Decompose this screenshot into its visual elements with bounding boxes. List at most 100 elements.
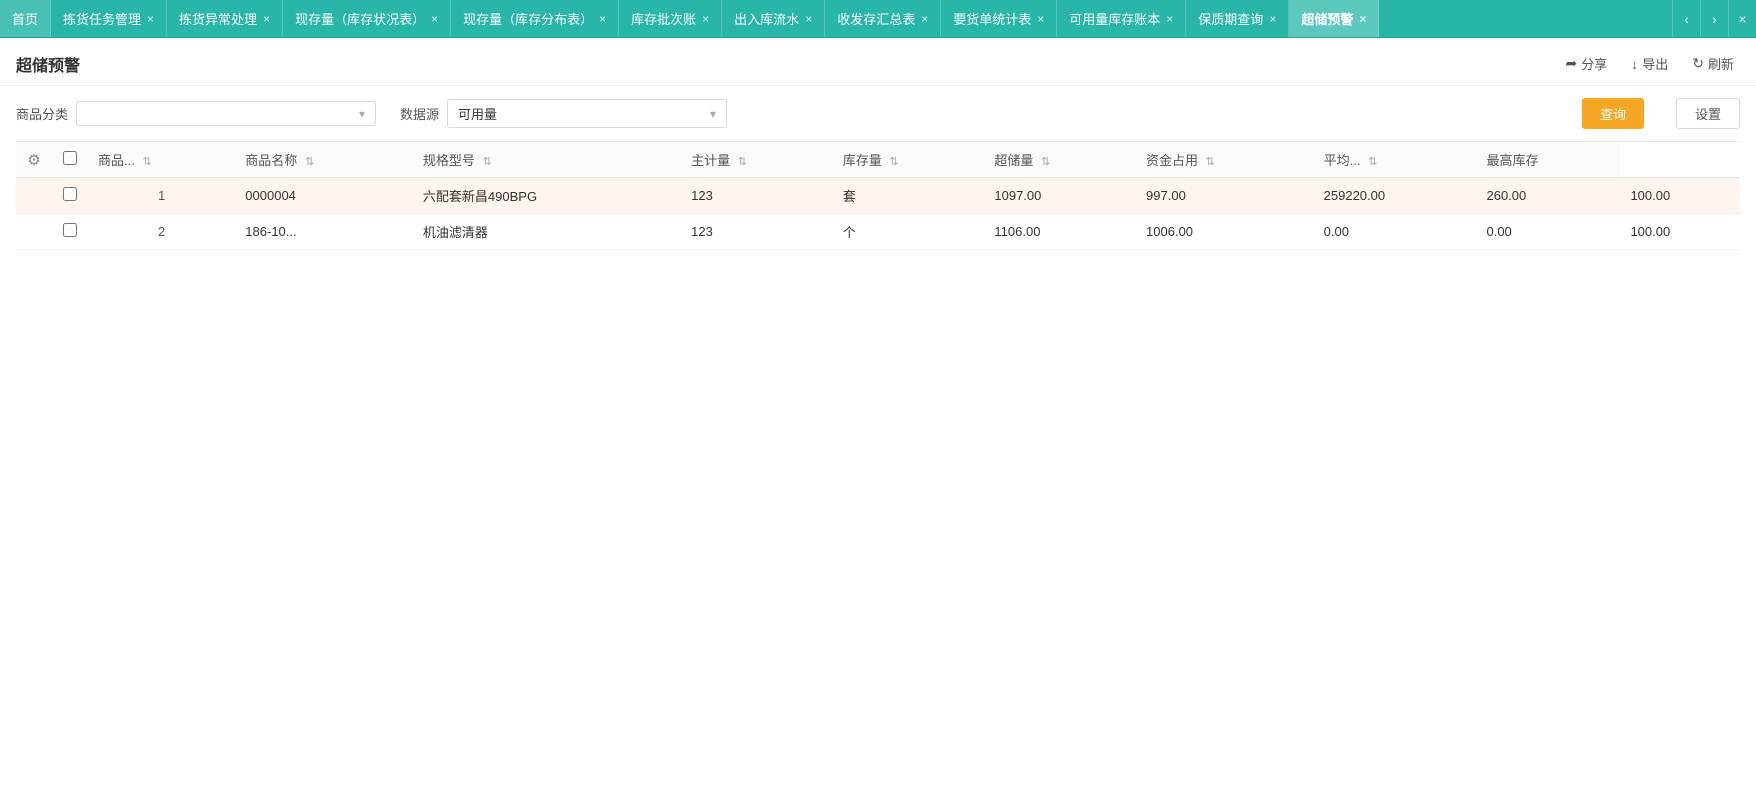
share-label: 分享	[1581, 54, 1607, 73]
sort-icon-stock: ⇅	[889, 156, 898, 168]
select-all-checkbox[interactable]	[63, 151, 77, 165]
nav-arrow-close[interactable]: ×	[1728, 0, 1756, 38]
nav-close-summary[interactable]: ×	[921, 12, 928, 26]
nav-item-exception[interactable]: 拣货异常处理 ×	[167, 0, 283, 37]
nav-label-summary: 收发存汇总表	[837, 9, 915, 28]
settings-button[interactable]: 设置	[1676, 98, 1740, 129]
table-row: 2 186-10... 机油滤清器 123 个 1106.00 1006.00 …	[16, 214, 1740, 250]
row2-max-stock: 100.00	[1620, 214, 1740, 250]
refresh-button[interactable]: ↻ 刷新	[1686, 50, 1740, 77]
nav-label-home: 首页	[12, 9, 38, 28]
nav-close-expiry[interactable]: ×	[1269, 12, 1276, 26]
nav-close-task[interactable]: ×	[147, 12, 154, 26]
nav-close-batch[interactable]: ×	[702, 12, 709, 26]
row1-max-stock: 100.00	[1620, 178, 1740, 214]
sort-icon-overflow: ⇅	[1041, 156, 1050, 168]
export-icon: ↓	[1631, 56, 1638, 72]
col-unit[interactable]: 主计量 ⇅	[681, 142, 833, 178]
filter-category: 商品分类 ▾	[16, 101, 376, 126]
row2-unit: 个	[833, 214, 985, 250]
table-header-row: ⚙ 商品... ⇅ 商品名称 ⇅ 规格型号 ⇅	[16, 142, 1740, 178]
nav-label-stock-dist: 现存量（库存分布表）	[463, 9, 593, 28]
category-select[interactable]: ▾	[76, 101, 376, 126]
nav-item-flow[interactable]: 出入库流水 ×	[722, 0, 825, 37]
col-spec[interactable]: 规格型号 ⇅	[413, 142, 681, 178]
refresh-icon: ↻	[1692, 55, 1704, 72]
category-select-text	[87, 106, 91, 121]
nav-item-overflow[interactable]: 超储预警 ×	[1289, 0, 1379, 37]
col-overflow[interactable]: 超储量 ⇅	[984, 142, 1136, 178]
nav-close-available[interactable]: ×	[1166, 12, 1173, 26]
nav-item-batch[interactable]: 库存批次账 ×	[619, 0, 722, 37]
row2-stock: 1106.00	[984, 214, 1136, 250]
nav-close-flow[interactable]: ×	[805, 12, 812, 26]
sort-icon-code: ⇅	[142, 156, 151, 168]
query-button[interactable]: 查询	[1582, 98, 1644, 129]
header-actions: ➦ 分享 ↓ 导出 ↻ 刷新	[1559, 50, 1740, 77]
nav-item-stock-dist[interactable]: 现存量（库存分布表） ×	[451, 0, 619, 37]
datasource-chevron-icon: ▾	[710, 107, 716, 121]
datasource-label: 数据源	[400, 104, 439, 123]
row2-avg: 0.00	[1476, 214, 1620, 250]
export-label: 导出	[1642, 54, 1668, 73]
page-container: 超储预警 ➦ 分享 ↓ 导出 ↻ 刷新 商品分类 ▾ 数据源	[0, 38, 1756, 800]
row2-overflow: 1006.00	[1136, 214, 1314, 250]
nav-close-order-stat[interactable]: ×	[1037, 12, 1044, 26]
row1-check	[52, 178, 88, 214]
category-label: 商品分类	[16, 104, 68, 123]
nav-item-home[interactable]: 首页	[0, 0, 51, 37]
col-capital[interactable]: 资金占用 ⇅	[1136, 142, 1314, 178]
col-stock[interactable]: 库存量 ⇅	[833, 142, 985, 178]
row1-gear	[16, 178, 52, 214]
nav-close-stock-status[interactable]: ×	[431, 12, 438, 26]
sort-icon-capital: ⇅	[1206, 156, 1215, 168]
row1-checkbox[interactable]	[63, 187, 77, 201]
nav-close-exception[interactable]: ×	[263, 12, 270, 26]
export-button[interactable]: ↓ 导出	[1625, 50, 1674, 77]
col-product-name[interactable]: 商品名称 ⇅	[235, 142, 413, 178]
row2-capital: 0.00	[1314, 214, 1477, 250]
row2-check	[52, 214, 88, 250]
row1-spec: 123	[681, 178, 833, 214]
col-avg[interactable]: 平均... ⇅	[1314, 142, 1477, 178]
nav-label-available: 可用量库存账本	[1069, 9, 1160, 28]
table-row: 1 0000004 六配套新昌490BPG 123 套 1097.00 997.…	[16, 178, 1740, 214]
datasource-select[interactable]: 可用量 ▾	[447, 99, 727, 128]
row2-product-name: 机油滤清器	[413, 214, 681, 250]
col-product-code[interactable]: 商品... ⇅	[88, 142, 235, 178]
row1-avg: 260.00	[1476, 178, 1620, 214]
nav-arrow-left[interactable]: ‹	[1672, 0, 1700, 38]
row2-gear	[16, 214, 52, 250]
nav-item-available[interactable]: 可用量库存账本 ×	[1057, 0, 1186, 37]
nav-arrow-right[interactable]: ›	[1700, 0, 1728, 38]
row2-product-code: 186-10...	[235, 214, 413, 250]
row1-overflow: 997.00	[1136, 178, 1314, 214]
filter-datasource: 数据源 可用量 ▾	[400, 99, 727, 128]
settings-icon[interactable]: ⚙	[27, 152, 40, 169]
sort-icon-spec: ⇅	[483, 156, 492, 168]
row1-index: 1	[88, 178, 235, 214]
nav-close-stock-dist[interactable]: ×	[599, 12, 606, 26]
nav-item-expiry[interactable]: 保质期查询 ×	[1186, 0, 1289, 37]
row1-stock: 1097.00	[984, 178, 1136, 214]
nav-label-exception: 拣货异常处理	[179, 9, 257, 28]
page-title: 超储预警	[16, 52, 80, 76]
row2-checkbox[interactable]	[63, 223, 77, 237]
nav-label-batch: 库存批次账	[631, 9, 696, 28]
nav-item-summary[interactable]: 收发存汇总表 ×	[825, 0, 941, 37]
col-gear: ⚙	[16, 142, 52, 178]
row2-spec: 123	[681, 214, 833, 250]
nav-label-order-stat: 要货单统计表	[953, 9, 1031, 28]
nav-item-order-stat[interactable]: 要货单统计表 ×	[941, 0, 1057, 37]
sort-icon-avg: ⇅	[1368, 156, 1377, 168]
col-check-all	[52, 142, 88, 178]
nav-close-overflow[interactable]: ×	[1359, 12, 1366, 26]
refresh-label: 刷新	[1708, 54, 1734, 73]
nav-item-task[interactable]: 拣货任务管理 ×	[51, 0, 167, 37]
col-max-stock[interactable]: 最高库存	[1476, 142, 1620, 178]
datasource-select-text: 可用量	[458, 104, 497, 123]
sort-icon-name: ⇅	[305, 156, 314, 168]
nav-item-stock-status[interactable]: 现存量（库存状况表） ×	[283, 0, 451, 37]
share-button[interactable]: ➦ 分享	[1559, 50, 1613, 77]
table-wrapper: ⚙ 商品... ⇅ 商品名称 ⇅ 规格型号 ⇅	[0, 141, 1756, 250]
